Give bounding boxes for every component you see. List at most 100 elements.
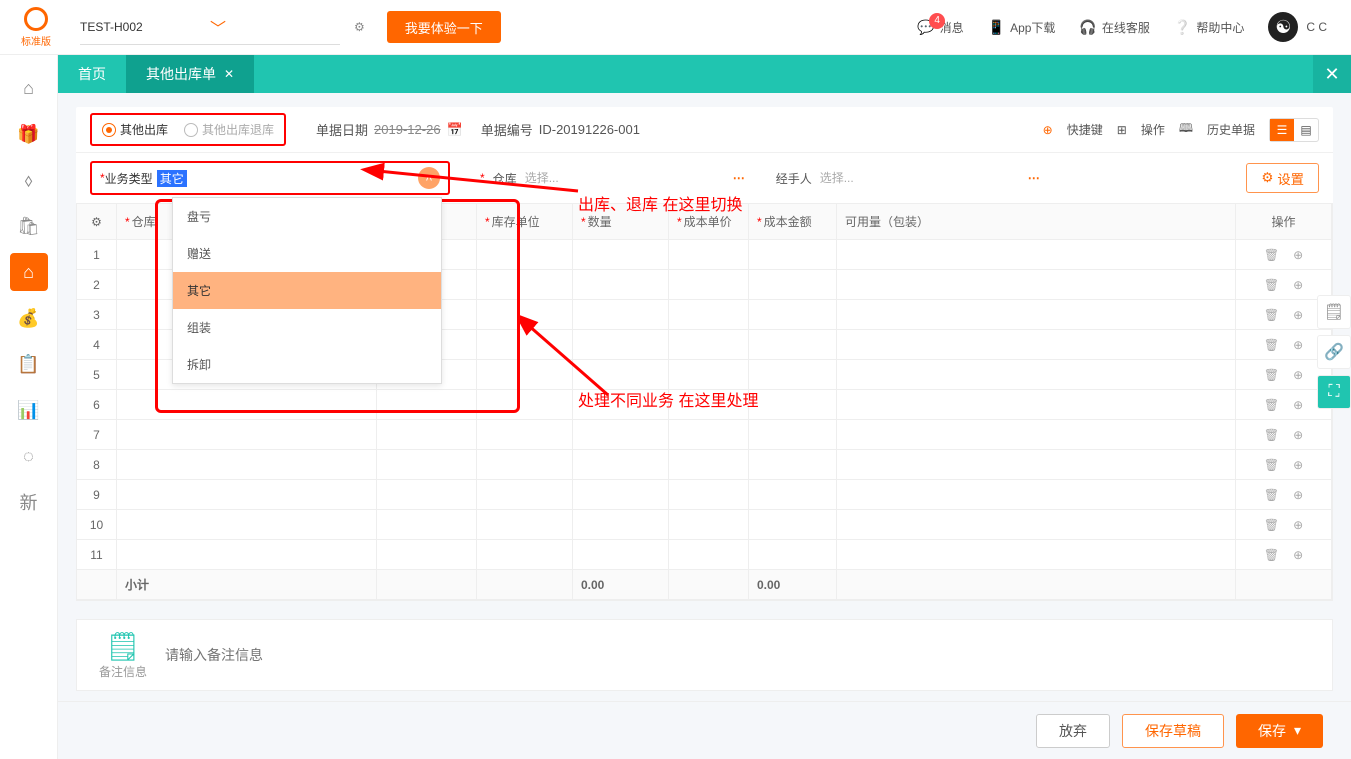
rail-note-icon[interactable]: 🗒 xyxy=(1317,295,1351,329)
shortcut-link[interactable]: 快捷键 xyxy=(1067,121,1103,138)
save-button[interactable]: 保存 ▾ xyxy=(1236,714,1323,748)
add-icon[interactable]: ⊕ xyxy=(1293,368,1303,382)
add-icon[interactable]: ⊕ xyxy=(1293,278,1303,292)
logo-icon xyxy=(24,7,48,31)
trial-button[interactable]: 我要体验一下 xyxy=(387,11,501,43)
row-index: 4 xyxy=(77,330,117,359)
col-amount: *成本金额 xyxy=(749,204,837,239)
remark-input[interactable] xyxy=(165,647,1310,663)
sidebar-refresh-icon[interactable]: ◌ xyxy=(10,437,48,475)
more-icon[interactable]: ⋯ xyxy=(733,171,746,185)
history-link[interactable]: 历史单据 xyxy=(1207,121,1255,138)
rail-link-icon[interactable]: 🔗 xyxy=(1317,335,1351,369)
save-draft-button[interactable]: 保存草稿 xyxy=(1122,714,1224,748)
sidebar-warehouse-icon[interactable]: ⌂ xyxy=(10,253,48,291)
table-row[interactable]: 8🗑⊕ xyxy=(77,450,1332,480)
delete-icon[interactable]: 🗑 xyxy=(1264,278,1279,292)
calendar-icon[interactable]: 📅 xyxy=(447,122,463,138)
table-row[interactable]: 10🗑⊕ xyxy=(77,510,1332,540)
app-download-label: App下载 xyxy=(1010,19,1055,36)
row-index: 2 xyxy=(77,270,117,299)
radio-outbound-return[interactable]: 其他出库退库 xyxy=(184,121,274,138)
table-row[interactable]: 6 🗑 ⊕ xyxy=(77,390,1332,420)
dropdown-option[interactable]: 赠送 xyxy=(173,235,441,272)
settings-button[interactable]: ⚙ 设置 xyxy=(1246,163,1319,193)
tab-home[interactable]: 首页 xyxy=(58,55,126,93)
delete-icon[interactable]: 🗑 xyxy=(1264,458,1279,472)
add-icon[interactable]: ⊕ xyxy=(1293,548,1303,562)
row-index: 9 xyxy=(77,480,117,509)
sidebar-bag-icon[interactable]: 🛍 xyxy=(10,207,48,245)
radio-dot-icon xyxy=(102,123,116,137)
help-link[interactable]: ❔ 帮助中心 xyxy=(1174,19,1244,36)
dropdown-option[interactable]: 盘亏 xyxy=(173,198,441,235)
add-icon[interactable]: ⊕ xyxy=(1293,458,1303,472)
delete-icon[interactable]: 🗑 xyxy=(1264,308,1279,322)
delete-icon[interactable]: 🗑 xyxy=(1264,338,1279,352)
delete-icon[interactable]: 🗑 xyxy=(1264,548,1279,562)
sidebar-clipboard-icon[interactable]: 📋 xyxy=(10,345,48,383)
handler-select[interactable]: 经手人 选择... ⋯ xyxy=(776,169,1041,187)
tenant-select[interactable]: TEST-H002 ﹀ xyxy=(80,9,340,45)
discard-button[interactable]: 放弃 xyxy=(1036,714,1110,748)
tab-other-outbound[interactable]: 其他出库单 ✕ xyxy=(126,55,254,93)
footer-actions: 放弃 保存草稿 保存 ▾ xyxy=(58,701,1351,759)
add-icon[interactable]: ⊕ xyxy=(1293,308,1303,322)
shortcut-icon: ⊕ xyxy=(1043,123,1053,137)
sidebar-gift-icon[interactable]: 🎁 xyxy=(10,115,48,153)
avatar: ☯ xyxy=(1268,12,1298,42)
close-icon[interactable]: ✕ xyxy=(224,67,234,81)
row-index: 6 xyxy=(77,390,117,419)
delete-icon[interactable]: 🗑 xyxy=(1264,428,1279,442)
sidebar-home-icon[interactable]: ⌂ xyxy=(10,69,48,107)
table-row[interactable]: 11 🗑 ⊕ xyxy=(77,540,1332,570)
delete-icon[interactable]: 🗑 xyxy=(1264,488,1279,502)
row-index: 11 xyxy=(77,540,117,569)
gear-icon[interactable]: ⚙ xyxy=(354,20,365,34)
row-index: 7 xyxy=(77,420,117,449)
table-row[interactable]: 7 🗑 ⊕ xyxy=(77,420,1332,450)
biz-type-value: 其它 xyxy=(157,170,187,187)
warehouse-select[interactable]: *仓库 选择... ⋯ xyxy=(480,169,746,187)
col-operation: 操作 xyxy=(1236,204,1332,239)
col-settings[interactable]: ⚙ xyxy=(77,204,117,239)
app-download-link[interactable]: 📱 App下载 xyxy=(988,19,1056,36)
more-icon[interactable]: ⋯ xyxy=(1028,171,1041,185)
rail-expand-icon[interactable]: ⛶ xyxy=(1317,375,1351,409)
add-icon[interactable]: ⊕ xyxy=(1293,338,1303,352)
view-list[interactable]: ☰ xyxy=(1270,119,1294,141)
right-rail: 🗒 🔗 ⛶ xyxy=(1317,295,1351,409)
add-icon[interactable]: ⊕ xyxy=(1293,398,1303,412)
view-grid[interactable]: ▤ xyxy=(1294,119,1318,141)
table-row[interactable]: 9 🗑 ⊕ xyxy=(77,480,1332,510)
sidebar-money-icon[interactable]: 💰 xyxy=(10,299,48,337)
add-icon[interactable]: ⊕ xyxy=(1293,428,1303,442)
gear-icon: ⚙ xyxy=(1261,170,1273,186)
sidebar-report-icon[interactable]: 📊 xyxy=(10,391,48,429)
add-icon[interactable]: ⊕ xyxy=(1293,248,1303,262)
doc-date-value[interactable]: 2019-12-26 xyxy=(374,122,441,137)
chevron-down-icon: ﹀ xyxy=(210,15,340,39)
row-index: 3 xyxy=(77,300,117,329)
delete-icon[interactable]: 🗑 xyxy=(1264,518,1279,532)
delete-icon[interactable]: 🗑 xyxy=(1264,398,1279,412)
remark-label: 备注信息 xyxy=(99,663,147,680)
close-all-tabs[interactable]: ✕ xyxy=(1313,55,1351,93)
user-menu[interactable]: ☯ C C xyxy=(1268,12,1327,42)
business-type-select[interactable]: * 业务类型 其它 ˄ 盘亏 赠送 其它 组装 拆卸 xyxy=(90,161,450,195)
delete-icon[interactable]: 🗑 xyxy=(1264,248,1279,262)
subtotal-amount: 0.00 xyxy=(749,570,837,599)
add-icon[interactable]: ⊕ xyxy=(1293,488,1303,502)
sidebar-new-icon[interactable]: 新 xyxy=(10,483,48,521)
dropdown-option[interactable]: 拆卸 xyxy=(173,346,441,383)
add-icon[interactable]: ⊕ xyxy=(1293,518,1303,532)
dropdown-option-selected[interactable]: 其它 xyxy=(173,272,441,309)
service-link[interactable]: 🎧 在线客服 xyxy=(1079,19,1149,36)
sidebar-tag-icon[interactable]: ⬨ xyxy=(10,161,48,199)
delete-icon[interactable]: 🗑 xyxy=(1264,368,1279,382)
operate-link[interactable]: 操作 xyxy=(1141,121,1165,138)
history-icon: 🕮 xyxy=(1179,119,1193,140)
radio-outbound[interactable]: 其他出库 xyxy=(102,121,168,138)
dropdown-option[interactable]: 组装 xyxy=(173,309,441,346)
messages-link[interactable]: 💬 消息 4 xyxy=(917,19,963,36)
